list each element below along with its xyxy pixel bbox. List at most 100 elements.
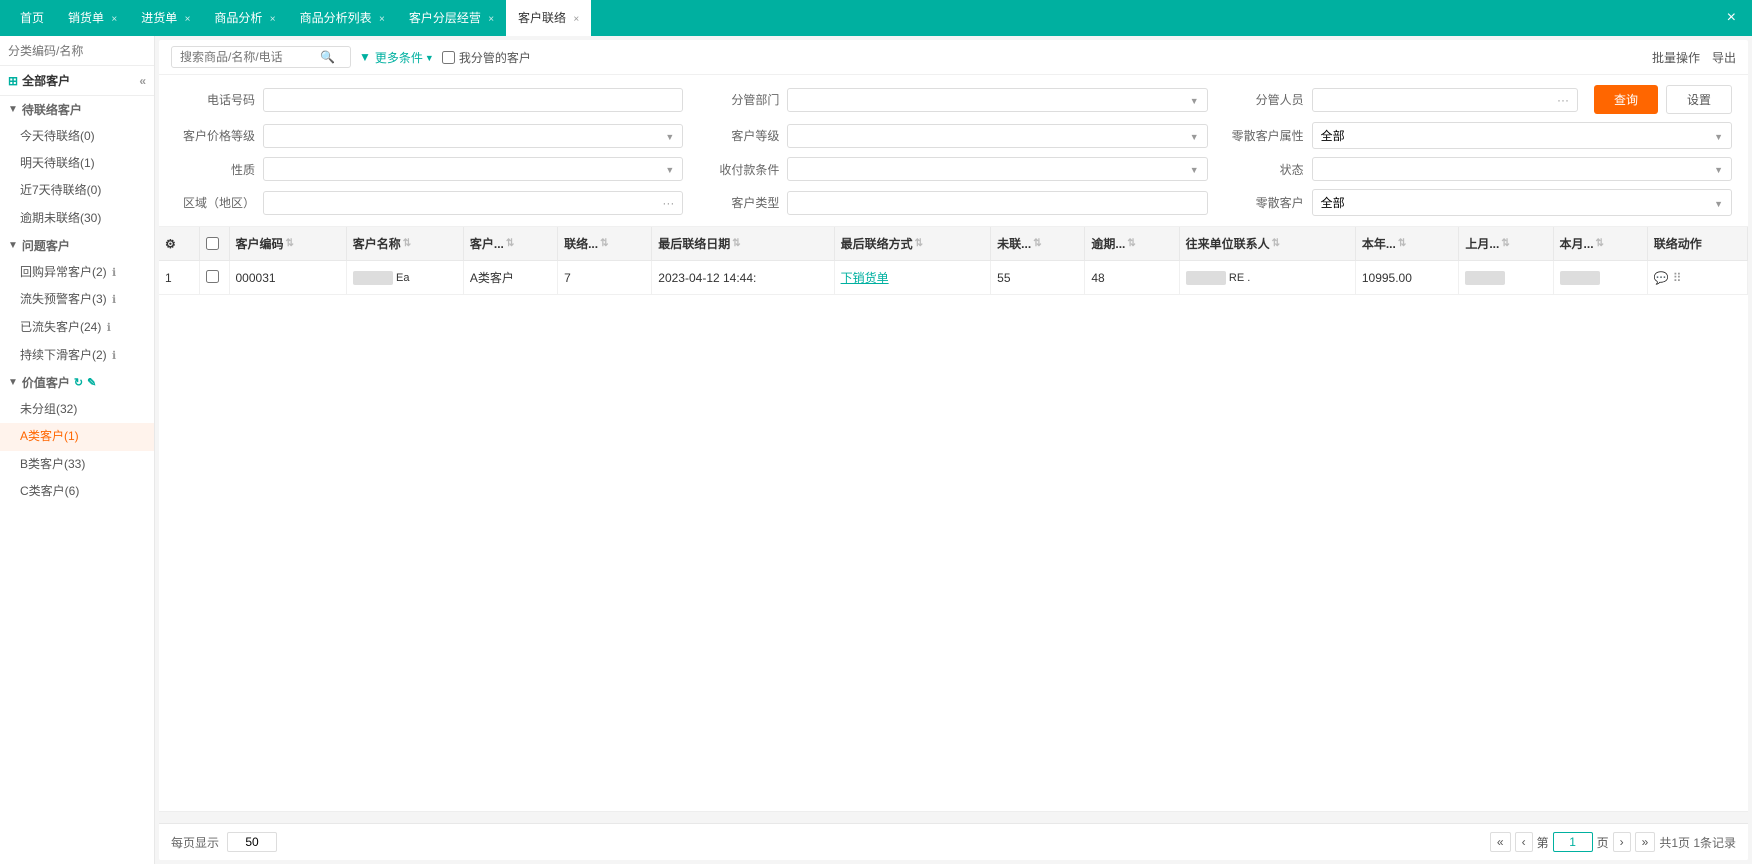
select-all-checkbox[interactable] (206, 237, 219, 250)
nav-tab-customer-contact[interactable]: 客户联络 × (506, 0, 591, 36)
sidebar-item-today[interactable]: 今天待联络(0) (0, 123, 154, 150)
nav-tab-customer-mgmt[interactable]: 客户分层经营 × (397, 0, 506, 36)
td-contact-count: 7 (558, 261, 652, 295)
sidebar-item-churned[interactable]: 已流失客户(24) ℹ (0, 314, 154, 342)
sidebar-search-input[interactable] (8, 44, 155, 58)
filter-label-price-level: 客户价格等级 (175, 127, 255, 144)
next-page-btn[interactable]: › (1613, 832, 1631, 852)
contacts-masked (1186, 271, 1226, 285)
th-settings[interactable]: ⚙ (159, 227, 199, 261)
nav-tab-purchase[interactable]: 进货单 × (129, 0, 202, 36)
close-all-tabs[interactable]: × (1719, 9, 1744, 26)
nav-home[interactable]: 首页 (8, 0, 56, 36)
sort-name-icon: ⇅ (403, 238, 411, 249)
filter-label-payment: 收付款条件 (699, 161, 779, 178)
th-type[interactable]: 客户... ⇅ (463, 227, 557, 261)
sidebar-all-customers[interactable]: ⊞ 全部客户 « (0, 66, 154, 96)
table-container: ⚙ 客户编码 ⇅ 客户名称 (159, 227, 1748, 811)
sidebar-item-ungrouped[interactable]: 未分组(32) (0, 396, 154, 423)
per-page-input[interactable] (227, 832, 277, 852)
th-this-year[interactable]: 本年... ⇅ (1355, 227, 1458, 261)
th-contact-count[interactable]: 联络... ⇅ (558, 227, 652, 261)
th-code[interactable]: 客户编码 ⇅ (229, 227, 346, 261)
nav-tab-sales[interactable]: 销货单 × (56, 0, 129, 36)
th-last-contact-date[interactable]: 最后联络日期 ⇅ (652, 227, 834, 261)
close-tab-analysis[interactable]: × (270, 14, 276, 25)
refresh-value-icon[interactable]: ↻ (74, 376, 83, 389)
th-checkbox[interactable] (199, 227, 229, 261)
sidebar-item-churn-warning[interactable]: 流失预警客户(3) ℹ (0, 286, 154, 314)
filter-customer-level-select[interactable] (787, 124, 1207, 148)
th-contacts[interactable]: 往来单位联系人 ⇅ (1179, 227, 1355, 261)
sidebar: 🔍 ⊞ 全部客户 « ▼ 待联络客户 今天待联络(0) 明天待联络(1) 近7天… (0, 36, 155, 864)
sidebar-item-repurchase-abnormal[interactable]: 回购异常客户(2) ℹ (0, 259, 154, 287)
sidebar-group-pending-title[interactable]: ▼ 待联络客户 (0, 96, 154, 123)
filter-search-icon[interactable]: 🔍 (320, 50, 335, 64)
th-not-contacted[interactable]: 未联... ⇅ (991, 227, 1085, 261)
filter-payment-select[interactable] (787, 157, 1207, 181)
sidebar-group-value-title[interactable]: ▼ 价值客户 ↻ ✎ (0, 369, 154, 396)
batch-op-btn[interactable]: 批量操作 (1652, 49, 1700, 66)
filter-manager-dots[interactable]: ··· (1312, 88, 1578, 112)
grid-icon: ⊞ (8, 74, 18, 88)
th-last-contact-method[interactable]: 最后联络方式 ⇅ (834, 227, 991, 261)
td-last-month (1459, 261, 1553, 295)
close-tab-customer-mgmt[interactable]: × (488, 14, 494, 25)
filter-customer-type-input[interactable] (787, 191, 1207, 215)
row-checkbox[interactable] (206, 270, 219, 283)
close-tab-customer-contact[interactable]: × (573, 14, 579, 25)
filter-status-select[interactable] (1312, 157, 1732, 181)
query-button[interactable]: 查询 (1594, 85, 1658, 114)
nav-tab-analysis[interactable]: 商品分析 × (202, 0, 287, 36)
scatter-attr-chevron (1714, 129, 1723, 143)
th-this-month[interactable]: 本月... ⇅ (1553, 227, 1647, 261)
sidebar-item-class-c[interactable]: C类客户(6) (0, 478, 154, 505)
th-name[interactable]: 客户名称 ⇅ (346, 227, 463, 261)
setting-button[interactable]: 设置 (1666, 85, 1732, 114)
close-tab-purchase[interactable]: × (185, 14, 191, 25)
first-page-btn[interactable]: « (1490, 832, 1511, 852)
filter-region-dots[interactable]: ··· (263, 191, 683, 215)
filter-price-level-select[interactable] (263, 124, 683, 148)
my-customers-checkbox[interactable] (442, 51, 455, 64)
last-method-link[interactable]: 下销货单 (841, 271, 889, 285)
td-last-method[interactable]: 下销货单 (834, 261, 991, 295)
sidebar-item-tomorrow[interactable]: 明天待联络(1) (0, 150, 154, 177)
filter-my-customers-check[interactable]: 我分管的客户 (442, 49, 531, 66)
chat-action-icon[interactable]: 💬 (1654, 271, 1669, 285)
more-chevron-icon (425, 50, 434, 64)
sidebar-item-declining[interactable]: 持续下滑客户(2) ℹ (0, 342, 154, 370)
filter-phone-input[interactable] (263, 88, 683, 112)
filter-nature-select[interactable] (263, 157, 683, 181)
nav-tab-analysis-list[interactable]: 商品分析列表 × (288, 0, 397, 36)
sidebar-group-problem: ▼ 问题客户 回购异常客户(2) ℹ 流失预警客户(3) ℹ 已流失客户(24)… (0, 232, 154, 369)
sidebar-collapse-btn[interactable]: « (139, 74, 146, 88)
sidebar-item-class-b[interactable]: B类客户(33) (0, 451, 154, 478)
horizontal-scrollbar[interactable] (159, 811, 1748, 823)
sidebar-item-7days[interactable]: 近7天待联络(0) (0, 177, 154, 204)
filter-icon: ▼ (359, 50, 371, 64)
export-btn[interactable]: 导出 (1712, 49, 1736, 66)
last-page-btn[interactable]: » (1635, 832, 1656, 852)
filter-scatter-select[interactable]: 全部 (1312, 189, 1732, 216)
td-checkbox[interactable] (199, 261, 229, 295)
filter-search-input[interactable] (180, 50, 320, 64)
qr-action-icon[interactable]: ⠿ (1673, 271, 1682, 285)
prev-page-btn[interactable]: ‹ (1515, 832, 1533, 852)
close-tab-sales[interactable]: × (111, 14, 117, 25)
edit-value-icon[interactable]: ✎ (87, 376, 96, 389)
sidebar-item-overdue[interactable]: 逾期未联络(30) (0, 205, 154, 232)
td-code: 000031 (229, 261, 346, 295)
td-contacts: RE . (1179, 261, 1355, 295)
th-overdue[interactable]: 逾期... ⇅ (1085, 227, 1179, 261)
close-tab-analysis-list[interactable]: × (379, 14, 385, 25)
customer-name-masked (353, 271, 393, 285)
th-last-month[interactable]: 上月... ⇅ (1459, 227, 1553, 261)
current-page-input[interactable] (1553, 832, 1593, 852)
filter-more-conditions[interactable]: ▼ 更多条件 (359, 49, 434, 66)
sidebar-group-problem-title[interactable]: ▼ 问题客户 (0, 232, 154, 259)
filter-scatter-attr-select[interactable]: 全部 (1312, 122, 1732, 149)
td-this-year: 10995.00 (1355, 261, 1458, 295)
filter-dept-select[interactable] (787, 88, 1207, 112)
sidebar-item-class-a[interactable]: A类客户(1) (0, 423, 154, 450)
